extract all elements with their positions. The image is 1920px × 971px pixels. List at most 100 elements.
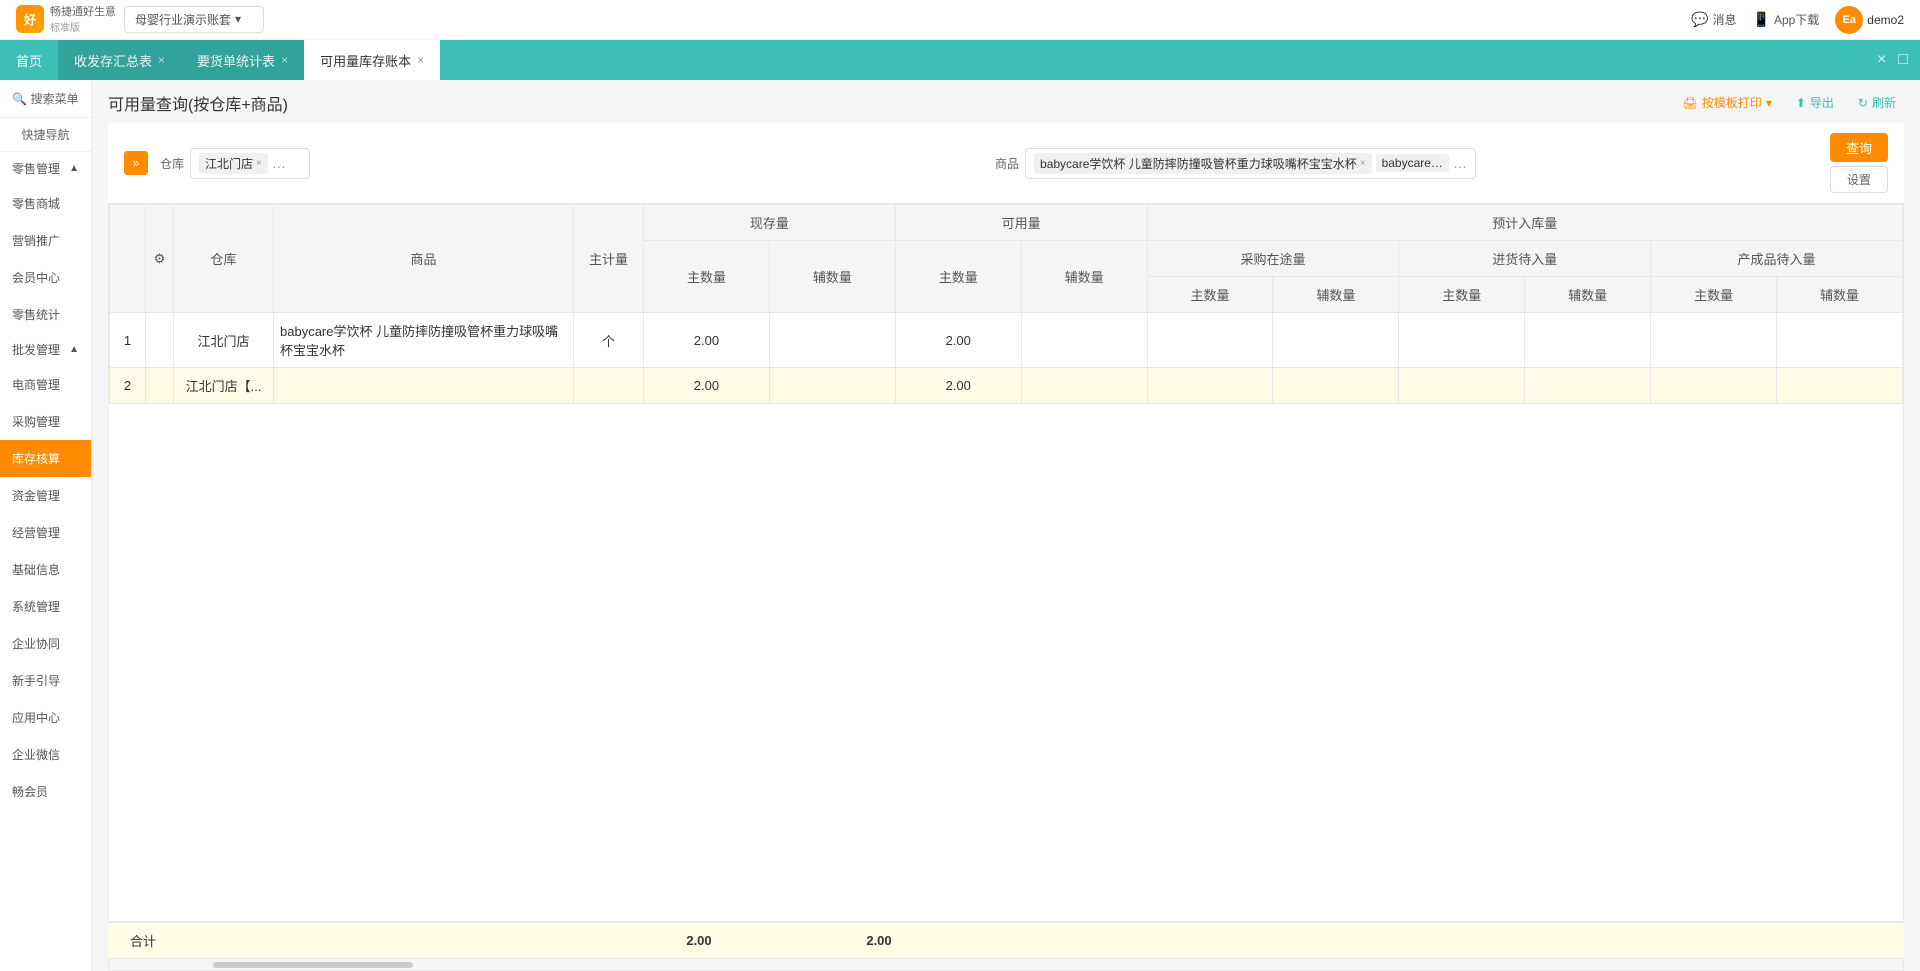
product-tag-1: babycare学饮杯 儿童防摔防撞吸管杯重力球吸嘴杯宝宝水杯 × [1034,153,1372,174]
product-filter-label: 商品 [995,155,1019,172]
industry-selector[interactable]: 母婴行业演示账套 ▾ [124,6,264,33]
home-label: 首页 [16,51,42,70]
col-available-aux-header: 辅数量 [1021,241,1147,313]
row-1-num: 1 [110,313,146,368]
row-2-available-main: 2.00 [895,368,1021,404]
sidebar-item-purchase[interactable]: 采购管理 [0,403,91,440]
col-inbound-group-header: 预计入库量 [1147,205,1902,241]
sidebar-item-wechat[interactable]: 企业微信 [0,736,91,773]
top-header: 好 畅捷通好生意 标准版 母婴行业演示账套 ▾ 💬 消息 📱 App下载 Ea … [0,0,1920,40]
horizontal-scrollbar[interactable] [108,959,1904,971]
row-2-stock-main: 2.00 [644,368,770,404]
nav-tabs: 首页 收发存汇总表 × 要货单统计表 × 可用量库存账本 × × □ [0,40,1920,80]
sidebar-item-newbie[interactable]: 新手引导 [0,662,91,699]
sidebar-item-retail-mgmt[interactable]: 零售管理 ▲ [0,152,91,185]
quick-nav-label: 快捷导航 [21,128,69,142]
tab-available-stock[interactable]: 可用量库存账本 × [304,40,440,80]
gear-icon[interactable]: ⚙ [154,251,166,266]
tab-receive-summary[interactable]: 收发存汇总表 × [58,40,181,80]
marketing-label: 营销推广 [12,232,60,249]
enterprise-label: 企业协同 [12,635,60,652]
col-production-group-header: 产成品待入量 [1651,241,1903,277]
col-purchase-main-header: 主数量 [1147,277,1273,313]
print-button[interactable]: 🖨 按模板打印 ▾ [1675,90,1780,115]
sidebar-item-membership[interactable]: 会员中心 [0,259,91,296]
app-download-label: App下载 [1774,11,1819,28]
sidebar-item-enterprise[interactable]: 企业协同 [0,625,91,662]
row-1-stock-aux [769,313,895,368]
wechat-label: 企业微信 [12,746,60,763]
row-1-production-main [1651,313,1777,368]
product-tag-2: babycare… [1376,154,1449,172]
close-all-button[interactable]: × [1873,47,1890,73]
filter-bar: » 仓库 江北门店 × … 商品 babycare学饮杯 儿童防摔防撞吸管杯重力… [108,123,1904,204]
row-2-gear [146,368,174,404]
table-row: 2 江北门店【... 2.00 2.00 [110,368,1903,404]
row-2-num: 2 [110,368,146,404]
row-1-purchase-aux [1273,313,1399,368]
col-available-main-header: 主数量 [895,241,1021,313]
sidebar-item-wholesale-mgmt[interactable]: 批发管理 ▲ [0,333,91,366]
tab-receive-label: 收发存汇总表 [74,51,152,70]
sidebar-search[interactable]: 🔍 搜索菜单 [0,80,91,118]
warehouse-remove-icon[interactable]: × [256,158,262,169]
col-incoming-aux-header: 辅数量 [1525,277,1651,313]
tab-order-label: 要货单统计表 [197,51,275,70]
export-icon: ⬆ [1796,96,1806,110]
product-1-remove-icon[interactable]: × [1360,158,1366,169]
refresh-button[interactable]: ↻ 刷新 [1850,90,1904,115]
warehouse-tag: 江北门店 × [199,153,268,174]
close-order-tab[interactable]: × [281,53,288,67]
system-label: 系统管理 [12,598,60,615]
col-available-group-header: 可用量 [895,205,1147,241]
user-area[interactable]: Ea demo2 [1835,6,1904,34]
newbie-label: 新手引导 [12,672,60,689]
sidebar-quick-nav[interactable]: 快捷导航 [0,118,91,152]
basic-info-label: 基础信息 [12,561,60,578]
wholesale-mgmt-arrow: ▲ [69,344,79,355]
user-name: demo2 [1867,13,1904,27]
scroll-thumb[interactable] [213,962,413,968]
close-receive-tab[interactable]: × [158,53,165,67]
row-2-unit [574,368,644,404]
sidebar-item-operations[interactable]: 经营管理 [0,514,91,551]
warehouse-more-icon[interactable]: … [272,155,286,171]
search-label: 搜索菜单 [31,92,79,106]
sidebar-item-retail-stats[interactable]: 零售统计 [0,296,91,333]
chevron-down-icon: ▾ [235,12,241,26]
sidebar-item-basic-info[interactable]: 基础信息 [0,551,91,588]
query-button[interactable]: 查询 [1830,133,1888,162]
row-1-available-main: 2.00 [895,313,1021,368]
export-label: 导出 [1810,94,1834,111]
footer-total-label: 合计 [124,931,654,950]
product-filter-input[interactable]: babycare学饮杯 儿童防摔防撞吸管杯重力球吸嘴杯宝宝水杯 × babyca… [1025,148,1476,179]
table-container: ⚙ 仓库 商品 主计量 现存量 可用量 预计入库量 主数量 辅数量 主数量 辅数… [108,204,1904,922]
sidebar-item-retail-mall[interactable]: 零售商城 [0,185,91,222]
sidebar-item-marketing[interactable]: 营销推广 [0,222,91,259]
sidebar-item-finance[interactable]: 资金管理 [0,477,91,514]
retail-mall-label: 零售商城 [12,195,60,212]
col-gear[interactable]: ⚙ [146,205,174,313]
close-available-tab[interactable]: × [417,53,424,67]
sidebar-item-system[interactable]: 系统管理 [0,588,91,625]
settings-button[interactable]: 设置 [1830,166,1888,193]
tab-home[interactable]: 首页 [0,40,58,80]
row-2-product [274,368,574,404]
sidebar-item-ecommerce[interactable]: 电商管理 [0,366,91,403]
message-button[interactable]: 💬 消息 [1691,11,1736,28]
filter-toggle-button[interactable]: » [124,151,148,175]
sidebar-item-app-center[interactable]: 应用中心 [0,699,91,736]
row-2-purchase-aux [1273,368,1399,404]
content-area: 可用量查询(按仓库+商品) 🖨 按模板打印 ▾ ⬆ 导出 ↻ 刷新 » [92,80,1920,971]
row-1-gear [146,313,174,368]
product-more-icon[interactable]: … [1453,155,1467,171]
sidebar-item-inventory[interactable]: 库存核算 [0,440,91,477]
export-button[interactable]: ⬆ 导出 [1788,90,1842,115]
warehouse-filter-input[interactable]: 江北门店 × … [190,148,310,179]
sidebar-item-member[interactable]: 畅会员 [0,773,91,810]
tab-order-stats[interactable]: 要货单统计表 × [181,40,304,80]
maximize-button[interactable]: □ [1894,47,1912,73]
main-layout: 🔍 搜索菜单 快捷导航 零售管理 ▲ 零售商城 营销推广 会员中心 零售统计 批… [0,80,1920,971]
row-1-available-aux [1021,313,1147,368]
app-download-button[interactable]: 📱 App下载 [1753,11,1820,28]
